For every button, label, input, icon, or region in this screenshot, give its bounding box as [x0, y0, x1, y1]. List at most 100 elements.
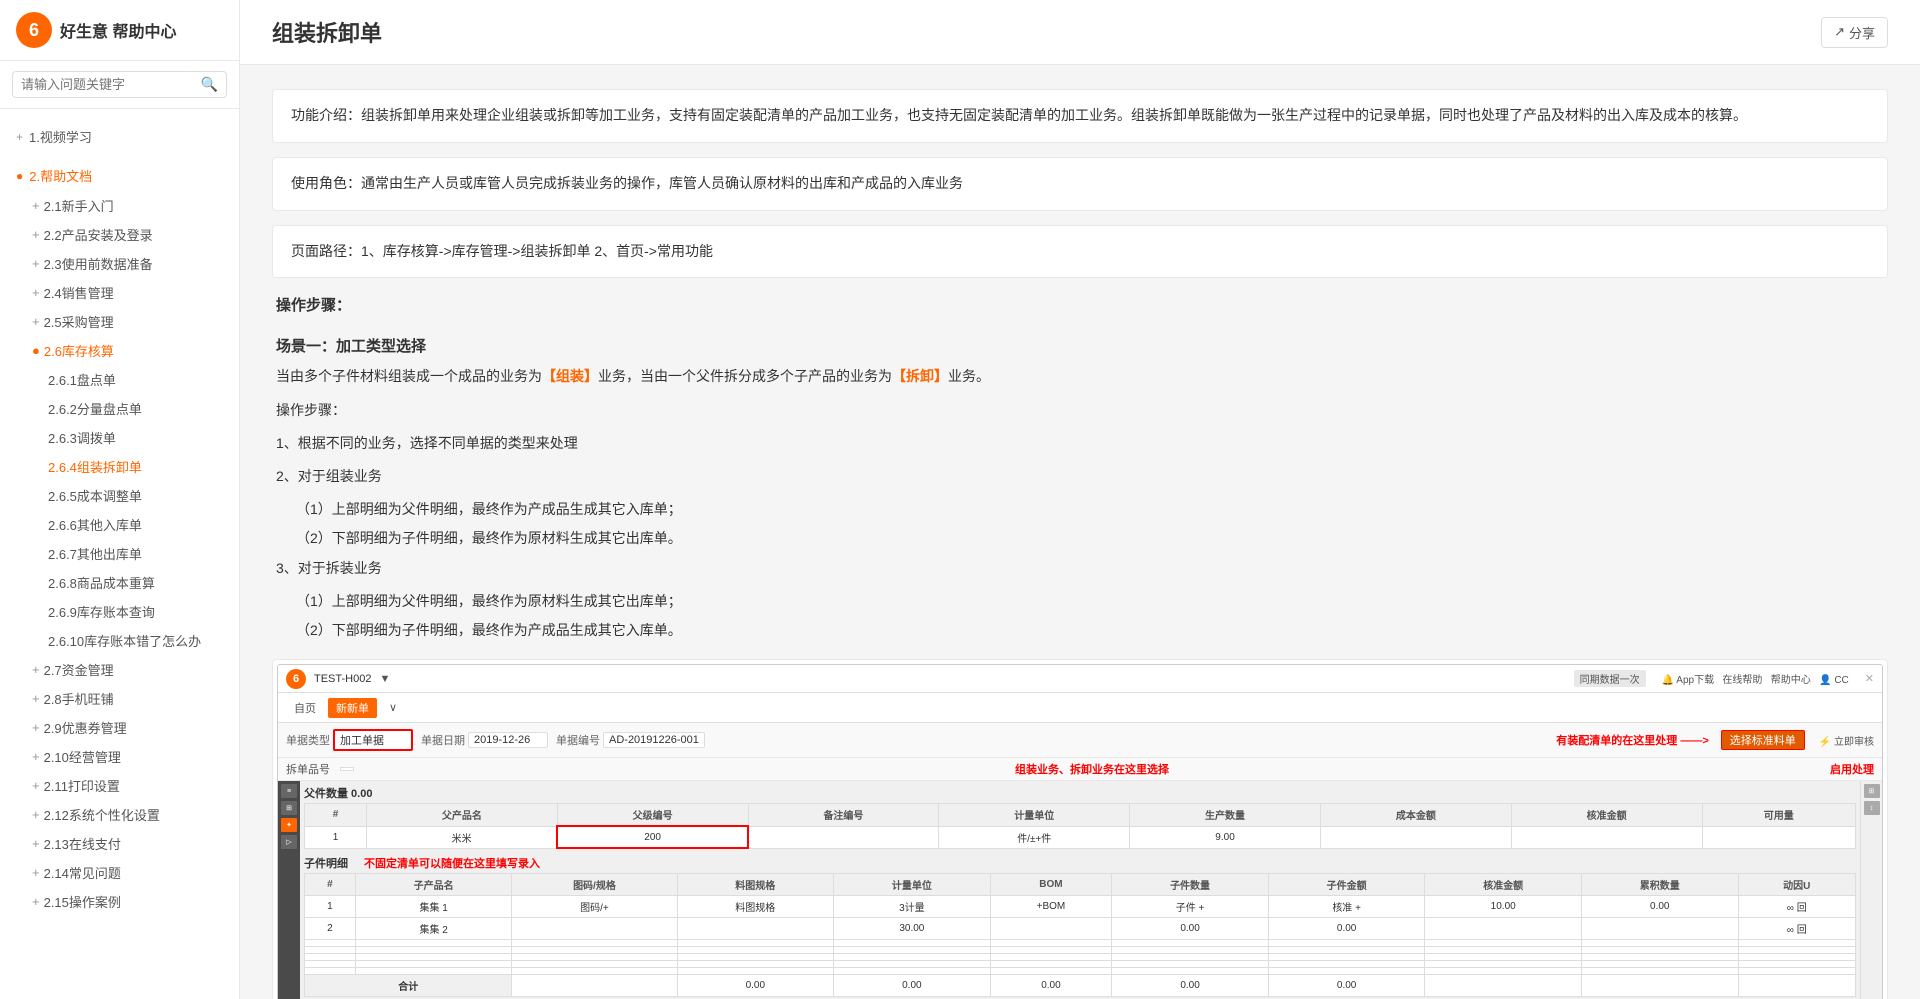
sidebar-sub-cost-adj[interactable]: 2.6.5成本调整单: [0, 481, 239, 510]
sidebar-sub-install[interactable]: + 2.2产品安装及登录: [0, 220, 239, 249]
nav-section-2: ● 2.帮助文档 + 2.1新手入门 + 2.2产品安装及登录 + 2.3使用前…: [0, 156, 239, 920]
sidebar-sub-purchase[interactable]: + 2.5采购管理: [0, 307, 239, 336]
sim-th-remark: 备注编号: [748, 804, 939, 827]
sim-td-idx: 1: [305, 826, 367, 848]
sim-right-icon-1[interactable]: ⊞: [1864, 784, 1880, 798]
sidebar-sub-faq[interactable]: + 2.14常见问题: [0, 858, 239, 887]
sidebar-sub-cost-recalc[interactable]: 2.6.8商品成本重算: [0, 568, 239, 597]
sim-value-type[interactable]: 加工单据: [333, 729, 413, 751]
sidebar-sub-data-prep[interactable]: + 2.3使用前数据准备: [0, 249, 239, 278]
plus-icon-sub-3: +: [32, 256, 40, 271]
sidebar-sub-stocktake[interactable]: 2.6.1盘点单: [0, 365, 239, 394]
step-3a: （1）上部明细为父件明细，最终作为原材料生成其它出库单；: [296, 589, 1884, 614]
search-container: 🔍: [0, 61, 239, 109]
sim-td-pcode[interactable]: 200: [557, 826, 748, 848]
sim-sub-footer: 合计 0.00 0.00 0.00 0.00 0.00: [305, 975, 1856, 997]
sim-tab-more[interactable]: ∨: [381, 699, 405, 716]
highlight-disassembly: 【拆卸】: [892, 368, 948, 384]
sim-sth-code1: 图码/规格: [512, 874, 677, 896]
sim-body: ≡ ⊞ ✦ ▷ 父件数量 0.00 #: [278, 781, 1882, 999]
sim-tab-new[interactable]: 新新单: [328, 698, 377, 718]
sim-th-unit: 计量单位: [939, 804, 1130, 827]
sim-left-icon-3[interactable]: ✦: [281, 818, 297, 832]
sidebar-sub-sales[interactable]: + 2.4销售管理: [0, 278, 239, 307]
sim-annotation-type-select: 组装业务、拆卸业务在这里选择: [1015, 761, 1169, 777]
sim-close-icon[interactable]: ✕: [1865, 672, 1874, 685]
sim-value-date[interactable]: 2019-12-26: [468, 732, 548, 748]
sidebar-sub-coupon[interactable]: + 2.9优惠券管理: [0, 713, 239, 742]
plus-icon-sub-7: +: [32, 662, 40, 677]
sidebar-sub-finance[interactable]: + 2.7资金管理: [0, 655, 239, 684]
sidebar-sub-customize[interactable]: + 2.12系统个性化设置: [0, 800, 239, 829]
plus-icon-sub-2: +: [32, 227, 40, 242]
sidebar-sub-newbie[interactable]: + 2.1新手入门: [0, 191, 239, 220]
nav-section-1: + 1.视频学习: [0, 117, 239, 156]
sim-save-btn[interactable]: ⚡ 立即审核: [1819, 733, 1874, 748]
sidebar-sub-ops[interactable]: + 2.10经营管理: [0, 742, 239, 771]
sim-th-code: 父级编号: [557, 804, 748, 827]
sidebar-sub-transfer[interactable]: 2.6.3调拨单: [0, 423, 239, 452]
sim-parent-table: # 父产品名 父级编号 备注编号 计量单位 生产数量 成本金额 核准金额 可用量: [304, 803, 1856, 849]
sim-sub-row-7: [305, 968, 1856, 975]
sim-parent-label: 父件数量 0.00: [304, 785, 1856, 801]
sidebar-sub-partial-stocktake[interactable]: 2.6.2分量盘点单: [0, 394, 239, 423]
plus-icon-1: +: [16, 130, 23, 144]
sim-left-icon-2[interactable]: ⊞: [281, 801, 297, 815]
sim-topbar-icons: 🔔 App下载 在线帮助 帮助中心 👤 CC: [1662, 671, 1849, 686]
sim-label-no: 单据编号: [556, 732, 600, 748]
sim-sub-row-2: 2 集集 2 30.00 0.00 0.00: [305, 918, 1856, 940]
sidebar-item-label-1: 1.视频学习: [29, 127, 92, 146]
role-intro-box: 使用角色：通常由生产人员或库管人员完成拆装业务的操作，库管人员确认原材料的出库和…: [272, 157, 1888, 211]
share-button[interactable]: ↗ 分享: [1821, 17, 1888, 48]
sim-sth-subqty: 子件数量: [1112, 874, 1269, 896]
screenshot-container: 6 TEST-H002 ▼ 同期数据一次 🔔 App下载 在线帮助 帮助中心 👤…: [272, 659, 1888, 999]
plus-icon-sub-11: +: [32, 778, 40, 793]
sidebar-item-label-2: 2.帮助文档: [29, 166, 92, 185]
step-3b: （2）下部明细为子件明细，最终作为产成品生成其它入库单。: [296, 618, 1884, 643]
sim-td-pavail: [1702, 826, 1855, 848]
sim-topbar: 6 TEST-H002 ▼ 同期数据一次 🔔 App下载 在线帮助 帮助中心 👤…: [278, 665, 1882, 693]
sidebar-item-help-docs[interactable]: ● 2.帮助文档: [0, 160, 239, 191]
sim-tab-home[interactable]: 自页: [286, 698, 324, 718]
sim-type-label: 拆单品号: [286, 761, 330, 777]
sidebar-sub-other-in[interactable]: 2.6.6其他入库单: [0, 510, 239, 539]
step-3: 3、对于拆装业务: [276, 556, 1884, 581]
sim-nav-row: 自页 新新单 ∨: [278, 693, 1882, 723]
sim-td-remark: [748, 826, 939, 848]
sim-dropdown-icon: ▼: [379, 673, 390, 685]
sim-left-icon-1[interactable]: ≡: [281, 784, 297, 798]
logo-icon: 6: [16, 12, 52, 48]
sidebar-sub-other-out[interactable]: 2.6.7其他出库单: [0, 539, 239, 568]
sidebar-sub-print[interactable]: + 2.11打印设置: [0, 771, 239, 800]
sidebar-sub-stock-query[interactable]: 2.6.9库存账本查询: [0, 597, 239, 626]
sidebar-sub-inventory[interactable]: ● 2.6库存核算: [0, 336, 239, 365]
search-icon[interactable]: 🔍: [201, 76, 218, 93]
sim-sth-approve: 核准金额: [1425, 874, 1582, 896]
sim-left-icon-4[interactable]: ▷: [281, 835, 297, 849]
sim-th-approve: 核准金额: [1511, 804, 1702, 827]
path-intro-text: 页面路径：1、库存核算->库存管理->组装拆卸单 2、首页->常用功能: [291, 243, 713, 259]
plus-icon-sub-8: +: [32, 691, 40, 706]
sidebar-item-video[interactable]: + 1.视频学习: [0, 121, 239, 152]
sidebar-sub-assembly[interactable]: 2.6.4组装拆卸单: [0, 452, 239, 481]
sim-select-bom-btn[interactable]: 选择标准料单: [1721, 730, 1805, 750]
sidebar-sub-cases[interactable]: + 2.15操作案例: [0, 887, 239, 916]
sim-td-pcost: [1320, 826, 1511, 848]
sim-table-area: 父件数量 0.00 # 父产品名 父级编号 备注编号 计量单位 生产: [300, 781, 1860, 999]
sim-right-icon-2[interactable]: ↕: [1864, 801, 1880, 815]
scenario1-title: 场景一：加工类型选择: [276, 335, 1884, 356]
sidebar-sub-stock-error[interactable]: 2.6.10库存账本错了怎么办: [0, 626, 239, 655]
sim-sync-btn[interactable]: 同期数据一次: [1574, 670, 1646, 687]
sidebar-sub-mobile[interactable]: + 2.8手机旺铺: [0, 684, 239, 713]
sidebar-sub-payment[interactable]: + 2.13在线支付: [0, 829, 239, 858]
sim-sth-name: 子产品名: [355, 874, 512, 896]
search-input[interactable]: [21, 77, 201, 92]
feature-intro-text: 功能介绍：组装拆卸单用来处理企业组装或拆卸等加工业务，支持有固定装配清单的产品加…: [291, 107, 1747, 123]
search-box[interactable]: 🔍: [12, 71, 227, 98]
app-title: 好生意 帮助中心: [60, 18, 176, 42]
sim-sku-input[interactable]: [340, 767, 354, 771]
sidebar-header: 6 好生意 帮助中心: [0, 0, 239, 61]
steps-title: 操作步骤：: [276, 292, 1884, 319]
sim-sth-check: #: [305, 874, 356, 896]
step-2a: （1）上部明细为父件明细，最终作为产成品生成其它入库单；: [296, 497, 1884, 522]
